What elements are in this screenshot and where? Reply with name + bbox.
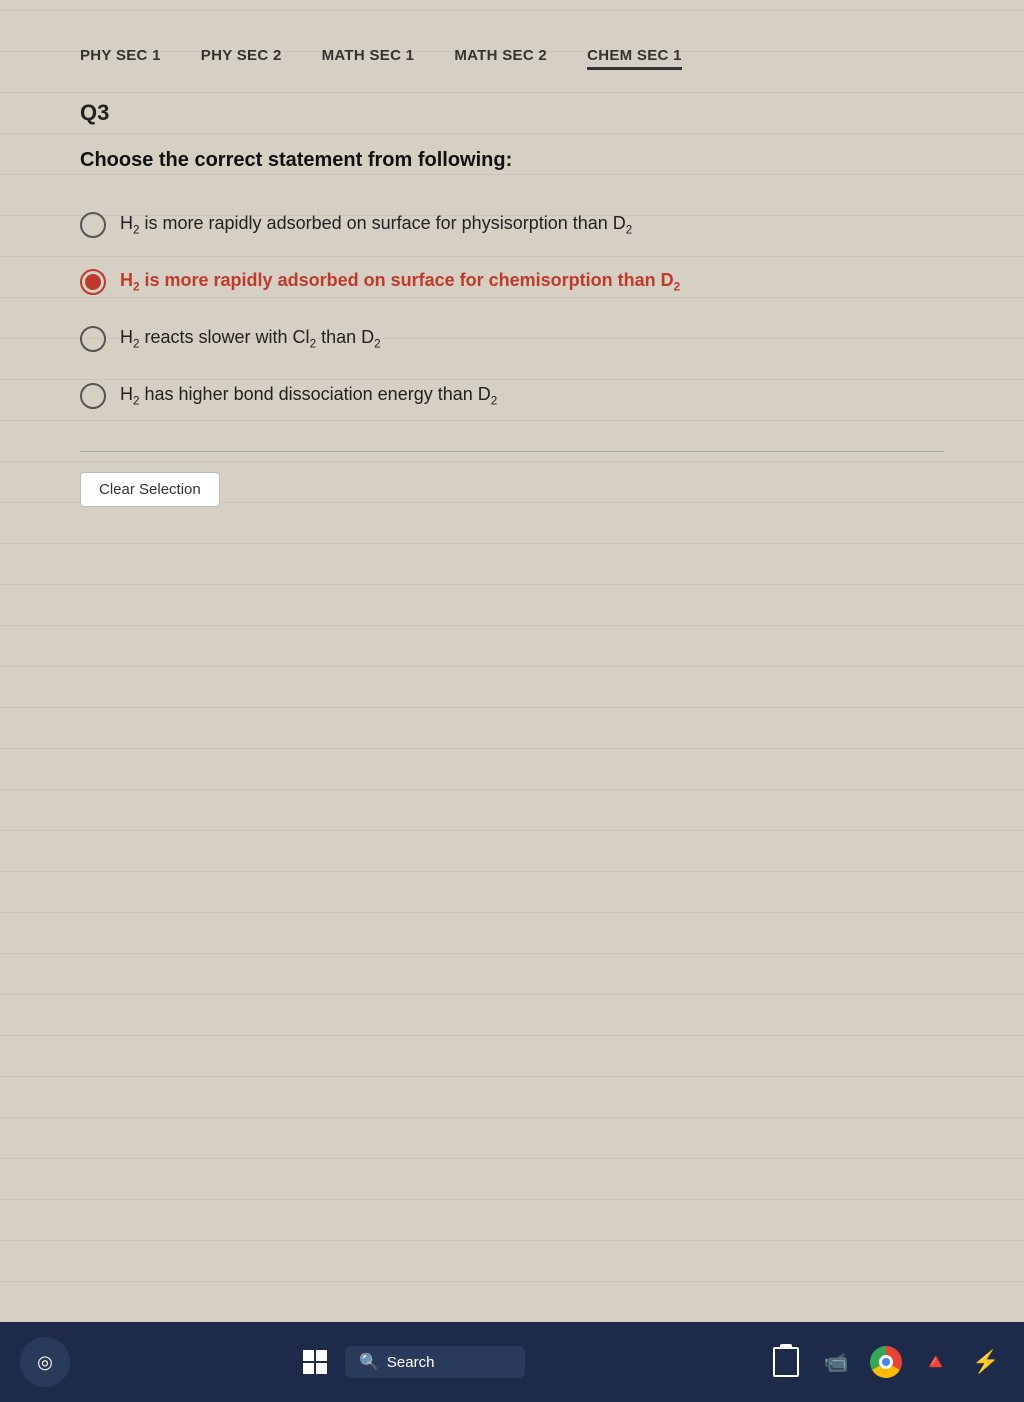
option-d[interactable]: H2 has higher bond dissociation energy t…	[80, 381, 944, 410]
question-area: Q3 Choose the correct statement from fol…	[0, 70, 1024, 411]
options-list: H2 is more rapidly adsorbed on surface f…	[80, 210, 944, 411]
video-icon: 📹	[824, 1350, 849, 1375]
radio-d[interactable]	[80, 383, 106, 409]
cone-icon: 🔺	[922, 1349, 949, 1375]
question-text: Choose the correct statement from follow…	[80, 146, 944, 174]
tab-phy-sec2[interactable]: PHY SEC 2	[201, 47, 282, 70]
option-c[interactable]: H2 reacts slower with Cl2 than D2	[80, 324, 944, 353]
flash-icon: ⚡	[972, 1349, 999, 1375]
tab-phy-sec1[interactable]: PHY SEC 1	[80, 47, 161, 70]
option-a[interactable]: H2 is more rapidly adsorbed on surface f…	[80, 210, 944, 239]
radio-b[interactable]	[80, 269, 106, 295]
question-number: Q3	[80, 100, 944, 126]
chrome-button[interactable]	[868, 1344, 904, 1380]
chrome-icon	[870, 1346, 902, 1378]
clipboard-button[interactable]	[768, 1344, 804, 1380]
tab-bar: PHY SEC 1 PHY SEC 2 MATH SEC 1 MATH SEC …	[0, 0, 1024, 70]
taskbar-left-icon[interactable]: ◎	[20, 1337, 70, 1387]
search-bar[interactable]: 🔍 Search	[345, 1346, 525, 1378]
flash-button[interactable]: ⚡	[968, 1344, 1004, 1380]
win-tile-1	[303, 1350, 314, 1361]
cone-button[interactable]: 🔺	[918, 1344, 954, 1380]
win-tile-3	[303, 1363, 314, 1374]
taskbar-center: 🔍 Search	[293, 1340, 525, 1384]
taskbar-left-glyph: ◎	[37, 1352, 53, 1373]
windows-button[interactable]	[293, 1340, 337, 1384]
option-c-text: H2 reacts slower with Cl2 than D2	[120, 324, 381, 353]
taskbar-right-icons: 📹 🔺 ⚡	[768, 1344, 1004, 1380]
main-content: PHY SEC 1 PHY SEC 2 MATH SEC 1 MATH SEC …	[0, 0, 1024, 1322]
taskbar: ◎ 🔍 Search 📹	[0, 1322, 1024, 1402]
radio-c[interactable]	[80, 326, 106, 352]
search-icon: 🔍	[359, 1352, 379, 1372]
option-d-text: H2 has higher bond dissociation energy t…	[120, 381, 497, 410]
video-button[interactable]: 📹	[818, 1344, 854, 1380]
tab-math-sec2[interactable]: MATH SEC 2	[454, 47, 547, 70]
clipboard-icon	[773, 1347, 799, 1377]
win-tile-2	[316, 1350, 327, 1361]
search-label: Search	[387, 1354, 435, 1371]
clear-selection-button[interactable]: Clear Selection	[80, 472, 220, 507]
tab-math-sec1[interactable]: MATH SEC 1	[322, 47, 415, 70]
chrome-icon-inner	[879, 1355, 893, 1369]
option-b-text: H2 is more rapidly adsorbed on surface f…	[120, 267, 680, 296]
divider	[80, 451, 944, 452]
tab-chem-sec1[interactable]: CHEM SEC 1	[587, 47, 682, 70]
windows-logo	[303, 1350, 327, 1374]
radio-b-inner	[85, 274, 101, 290]
radio-a[interactable]	[80, 212, 106, 238]
option-a-text: H2 is more rapidly adsorbed on surface f…	[120, 210, 632, 239]
win-tile-4	[316, 1363, 327, 1374]
option-b[interactable]: H2 is more rapidly adsorbed on surface f…	[80, 267, 944, 296]
